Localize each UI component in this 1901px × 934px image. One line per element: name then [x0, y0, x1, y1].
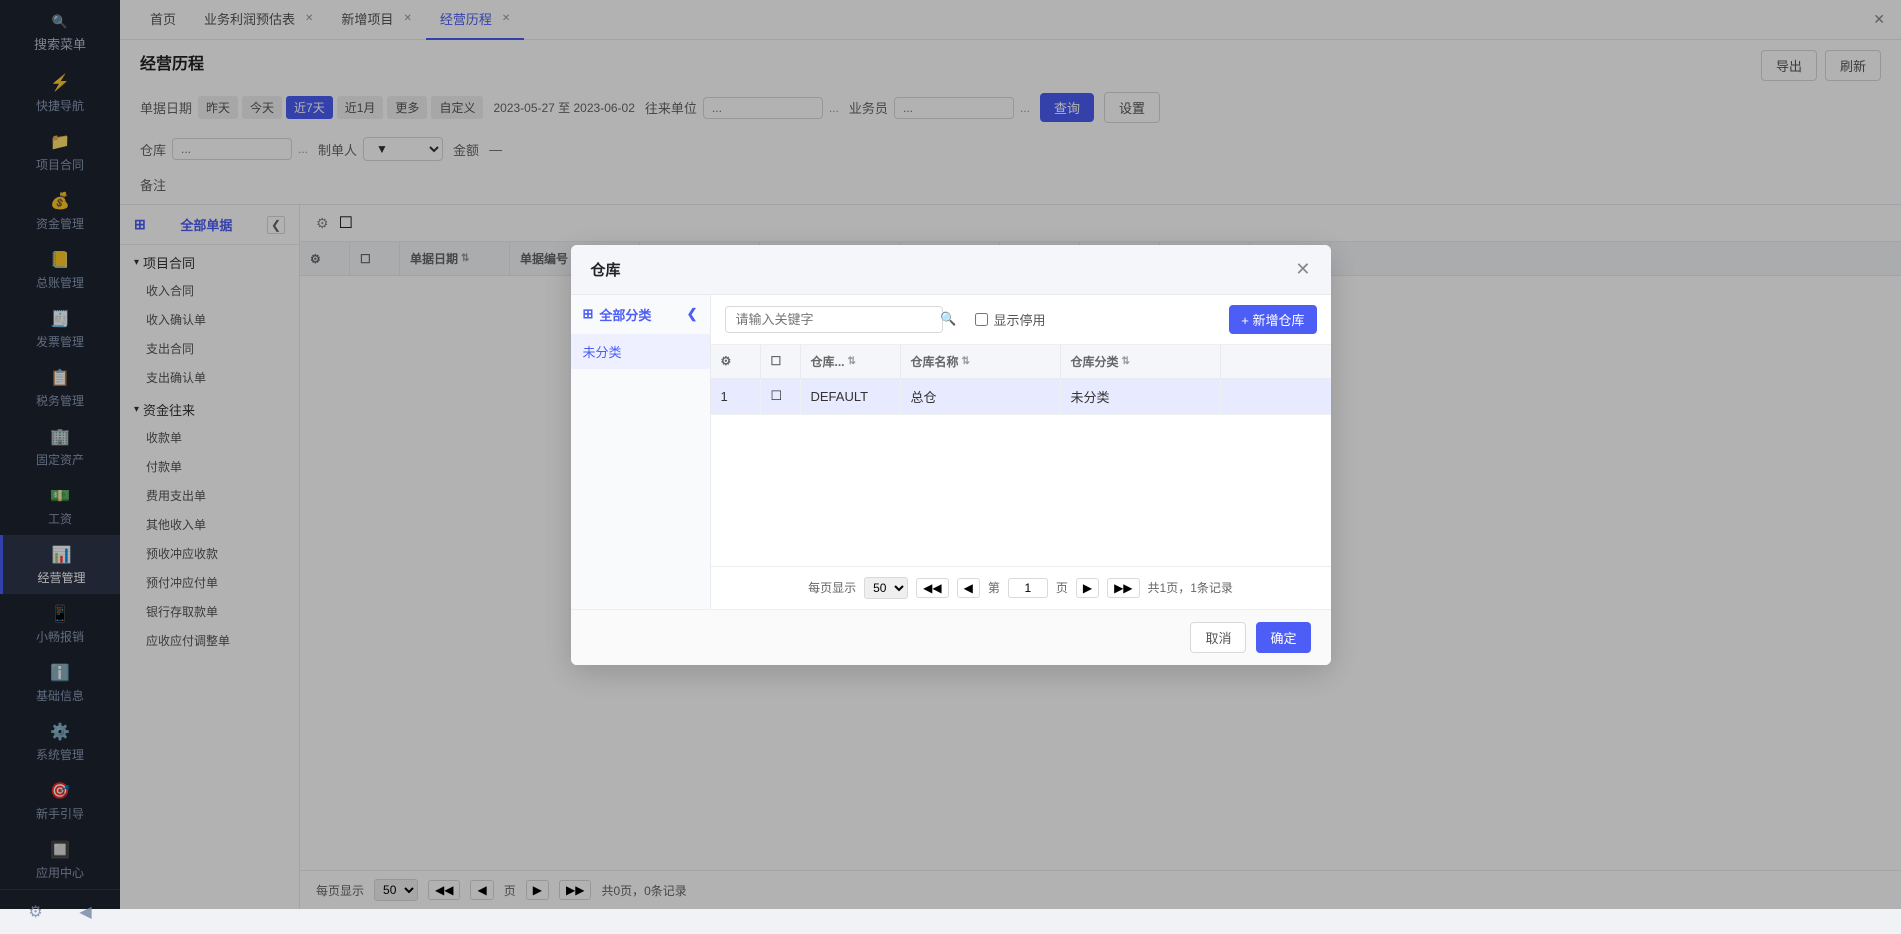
modal-main: 🔍 显示停用 + 新增仓库 ⚙ ☐ 仓库... ⇅	[711, 295, 1331, 609]
modal-table-header: ⚙ ☐ 仓库... ⇅ 仓库名称 ⇅ 仓库分类 ⇅	[711, 345, 1331, 379]
show-disabled-checkbox[interactable]: 显示停用	[975, 310, 1046, 329]
modal-toolbar: 🔍 显示停用 + 新增仓库	[711, 295, 1331, 345]
modal-table: ⚙ ☐ 仓库... ⇅ 仓库名称 ⇅ 仓库分类 ⇅	[711, 345, 1331, 566]
sort-modal-category[interactable]: ⇅	[1122, 356, 1130, 367]
modal-title: 仓库	[591, 259, 621, 280]
modal-prev-btn[interactable]: ◀	[957, 578, 980, 598]
table-row[interactable]: 1 ☐ DEFAULT 总仓 未分类	[711, 379, 1331, 415]
modal-per-page-label: 每页显示	[808, 579, 856, 596]
row-category: 未分类	[1061, 379, 1221, 414]
grid-icon-modal: ⊞	[583, 306, 594, 322]
modal-th-settings: ⚙	[711, 345, 761, 378]
modal-total-label: 共1页，1条记录	[1148, 579, 1233, 596]
modal-sidebar-all[interactable]: ⊞ 全部分类 ❮	[571, 295, 710, 334]
modal-search-wrap: 🔍	[725, 306, 965, 333]
sort-modal-code[interactable]: ⇅	[848, 356, 856, 367]
row-code: DEFAULT	[801, 379, 901, 414]
modal-next-btn[interactable]: ▶	[1076, 578, 1099, 598]
modal-footer-buttons: 取消 确定	[571, 609, 1331, 665]
warehouse-modal: 仓库 ✕ ⊞ 全部分类 ❮ 未分类	[571, 245, 1331, 665]
cancel-button[interactable]: 取消	[1190, 622, 1246, 653]
modal-sidebar-all-label: 全部分类	[599, 305, 651, 324]
modal-th-code: 仓库... ⇅	[801, 345, 901, 378]
modal-last-btn[interactable]: ▶▶	[1107, 578, 1139, 598]
modal-header: 仓库 ✕	[571, 245, 1331, 295]
modal-page-label: 页	[1056, 579, 1068, 596]
show-disabled-label: 显示停用	[994, 310, 1046, 329]
modal-sidebar: ⊞ 全部分类 ❮ 未分类	[571, 295, 711, 609]
modal-search-input[interactable]	[725, 306, 943, 333]
add-warehouse-button[interactable]: + 新增仓库	[1229, 305, 1316, 334]
modal-per-page-select[interactable]: 50	[864, 577, 908, 599]
sort-modal-name[interactable]: ⇅	[962, 356, 970, 367]
modal-th-category: 仓库分类 ⇅	[1061, 345, 1221, 378]
modal-first-btn[interactable]: ◀◀	[916, 578, 948, 598]
modal-page-label-pre: 第	[988, 579, 1000, 596]
modal-th-name: 仓库名称 ⇅	[901, 345, 1061, 378]
row-num: 1	[711, 379, 761, 414]
modal-sidebar-collapse[interactable]: ❮	[687, 306, 698, 322]
row-name: 总仓	[901, 379, 1061, 414]
modal-body: ⊞ 全部分类 ❮ 未分类 🔍 显示停用	[571, 295, 1331, 609]
modal-page-input[interactable]	[1008, 578, 1048, 598]
uncategorized-label: 未分类	[583, 345, 622, 360]
row-check[interactable]: ☐	[761, 379, 801, 414]
modal-overlay: 仓库 ✕ ⊞ 全部分类 ❮ 未分类	[0, 0, 1901, 909]
modal-th-check: ☐	[761, 345, 801, 378]
modal-search-icon: 🔍	[940, 311, 956, 327]
confirm-button[interactable]: 确定	[1256, 622, 1310, 653]
show-disabled-check[interactable]	[975, 313, 988, 326]
modal-sidebar-uncategorized[interactable]: 未分类	[571, 334, 710, 369]
modal-close-button[interactable]: ✕	[1295, 259, 1310, 280]
modal-pagination: 每页显示 50 ◀◀ ◀ 第 页 ▶ ▶▶ 共1页，1条记录	[711, 566, 1331, 609]
